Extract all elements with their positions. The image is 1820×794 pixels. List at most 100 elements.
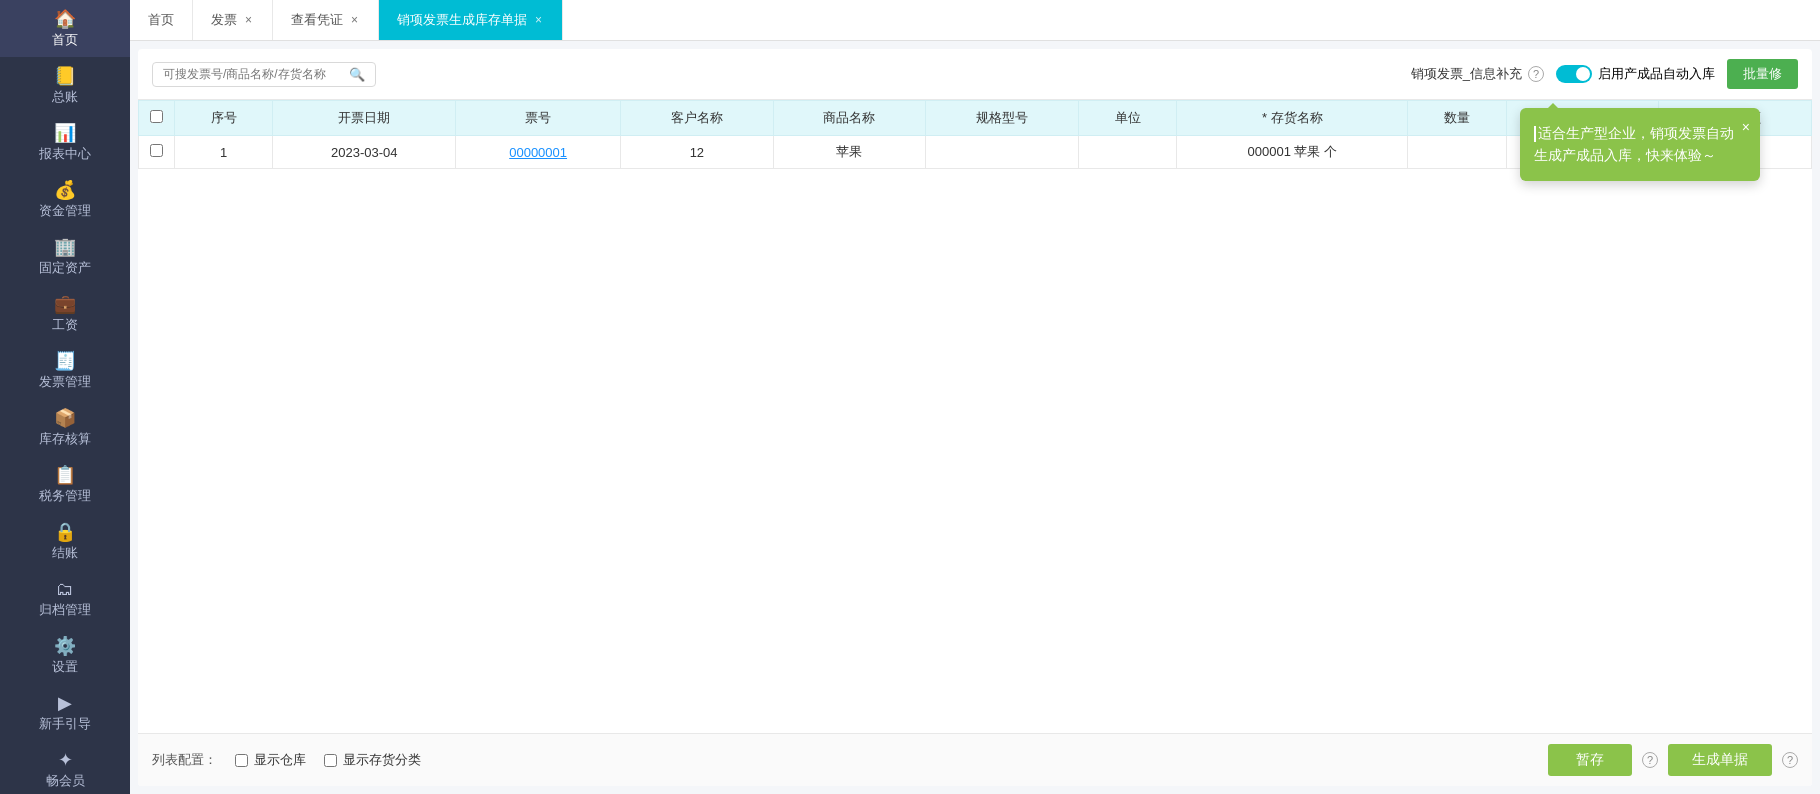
row-product-0: 苹果 <box>773 136 926 169</box>
search-input[interactable] <box>163 67 343 81</box>
sidebar-item-vip[interactable]: ✦ 畅会员 <box>0 741 130 794</box>
salary-icon: 💼 <box>54 295 76 313</box>
show-warehouse-checkbox[interactable] <box>235 754 248 767</box>
main-content: 首页发票× 查看凭证 × 销项发票生成库存单据 × 🔍 销项发票_信息补充 ? 启用产成… <box>130 0 1820 794</box>
sidebar-label-funds: 资金管理 <box>39 202 91 220</box>
col-header-2: 开票日期 <box>273 101 456 136</box>
tab-sale_invoice[interactable]: 销项发票生成库存单据 × <box>379 0 563 40</box>
archive-icon: 🗂 <box>56 580 74 598</box>
sidebar-item-invoice[interactable]: 🧾 发票管理 <box>0 342 130 399</box>
sidebar-label-guide: 新手引导 <box>39 715 91 733</box>
row-checkbox-0[interactable] <box>150 144 163 157</box>
col-header-7: 单位 <box>1078 101 1176 136</box>
row-unit-0 <box>1078 136 1176 169</box>
tooltip-cursor <box>1534 126 1536 142</box>
show-category-group: 显示存货分类 <box>324 751 421 769</box>
reports-icon: 📊 <box>54 124 76 142</box>
tab-view_voucher[interactable]: 查看凭证 × <box>273 0 379 40</box>
bottom-actions: 暂存 ? 生成单据 ? <box>1548 744 1798 776</box>
row-customer-0: 12 <box>621 136 774 169</box>
auto-warehouse-toggle[interactable] <box>1556 65 1592 83</box>
show-warehouse-label: 显示仓库 <box>254 751 306 769</box>
sidebar-item-assets[interactable]: 🏢 固定资产 <box>0 228 130 285</box>
search-box[interactable]: 🔍 <box>152 62 376 87</box>
col-header-6: 规格型号 <box>926 101 1079 136</box>
search-icon: 🔍 <box>349 67 365 82</box>
sidebar-item-archive[interactable]: 🗂 归档管理 <box>0 570 130 627</box>
tab-label-view_voucher: 查看凭证 <box>291 11 343 29</box>
sidebar-item-salary[interactable]: 💼 工资 <box>0 285 130 342</box>
sidebar-item-tax[interactable]: 📋 税务管理 <box>0 456 130 513</box>
sidebar-item-guide[interactable]: ▶ 新手引导 <box>0 684 130 741</box>
col-header-1: 序号 <box>175 101 273 136</box>
show-warehouse-group: 显示仓库 <box>235 751 306 769</box>
sidebar-label-tax: 税务管理 <box>39 487 91 505</box>
col-header-0[interactable] <box>139 101 175 136</box>
toggle-label: 启用产成品自动入库 <box>1598 65 1715 83</box>
tab-invoice[interactable]: 发票× <box>193 0 273 40</box>
sidebar-label-archive: 归档管理 <box>39 601 91 619</box>
tooltip-close-btn[interactable]: × <box>1742 116 1750 138</box>
sidebar-label-vip: 畅会员 <box>46 772 85 790</box>
sidebar-label-home: 首页 <box>52 31 78 49</box>
row-checkbox-cell-0[interactable] <box>139 136 175 169</box>
toggle-area: 启用产成品自动入库 <box>1556 65 1715 83</box>
invoice-icon: 🧾 <box>54 352 76 370</box>
show-category-label: 显示存货分类 <box>343 751 421 769</box>
sidebar-item-home[interactable]: 🏠 首页 <box>0 0 130 57</box>
tab-bar: 首页发票× 查看凭证 × 销项发票生成库存单据 × <box>130 0 1820 41</box>
sidebar-label-salary: 工资 <box>52 316 78 334</box>
save-help-icon[interactable]: ? <box>1642 752 1658 768</box>
tab-close-invoice[interactable]: × <box>243 13 254 27</box>
row-invoice-no-0[interactable]: 00000001 <box>456 136 621 169</box>
col-header-4: 客户名称 <box>621 101 774 136</box>
row-inventory-0: 000001 苹果 个 <box>1177 136 1408 169</box>
info-label-area: 销项发票_信息补充 ? <box>1411 65 1544 83</box>
sidebar-label-settings: 设置 <box>52 658 78 676</box>
sidebar-label-assets: 固定资产 <box>39 259 91 277</box>
col-header-8: * 存货名称 <box>1177 101 1408 136</box>
gen-help-icon[interactable]: ? <box>1782 752 1798 768</box>
sidebar-item-inventory[interactable]: 📦 库存核算 <box>0 399 130 456</box>
sidebar-label-inventory: 库存核算 <box>39 430 91 448</box>
funds-icon: 💰 <box>54 181 76 199</box>
top-bar: 🔍 销项发票_信息补充 ? 启用产成品自动入库 批量修 <box>138 49 1812 100</box>
tab-home[interactable]: 首页 <box>130 0 193 40</box>
row-qty-0 <box>1408 136 1506 169</box>
sidebar-label-ledger: 总账 <box>52 88 78 106</box>
sidebar-item-reports[interactable]: 📊 报表中心 <box>0 114 130 171</box>
row-seq-0: 1 <box>175 136 273 169</box>
tab-label-sale_invoice: 销项发票生成库存单据 <box>397 11 527 29</box>
tab-close-sale_invoice[interactable]: × <box>533 13 544 27</box>
batch-modify-btn[interactable]: 批量修 <box>1727 59 1798 89</box>
tab-close-view_voucher[interactable]: × <box>349 13 360 27</box>
sidebar-label-reports: 报表中心 <box>39 145 91 163</box>
sidebar-item-settings[interactable]: ⚙️ 设置 <box>0 627 130 684</box>
row-spec-0 <box>926 136 1079 169</box>
select-all-checkbox[interactable] <box>150 110 163 123</box>
col-header-3: 票号 <box>456 101 621 136</box>
table-wrap: 序号开票日期票号客户名称商品名称规格型号单位* 存货名称数量销售单价销售金额 1… <box>138 100 1812 733</box>
list-config-label: 列表配置： <box>152 751 217 769</box>
info-text: 销项发票_信息补充 <box>1411 65 1522 83</box>
inventory-icon: 📦 <box>54 409 76 427</box>
generate-btn[interactable]: 生成单据 <box>1668 744 1772 776</box>
sidebar-item-ledger[interactable]: 📒 总账 <box>0 57 130 114</box>
vip-icon: ✦ <box>58 751 73 769</box>
sidebar-item-funds[interactable]: 💰 资金管理 <box>0 171 130 228</box>
home-icon: 🏠 <box>54 10 76 28</box>
save-btn[interactable]: 暂存 <box>1548 744 1632 776</box>
info-icon[interactable]: ? <box>1528 66 1544 82</box>
sidebar-label-closing: 结账 <box>52 544 78 562</box>
bottom-bar: 列表配置： 显示仓库 显示存货分类 暂存 ? 生成单据 ? <box>138 733 1812 786</box>
sidebar-item-closing[interactable]: 🔒 结账 <box>0 513 130 570</box>
row-date-0: 2023-03-04 <box>273 136 456 169</box>
col-header-5: 商品名称 <box>773 101 926 136</box>
invoice-link-0[interactable]: 00000001 <box>509 145 567 160</box>
settings-icon: ⚙️ <box>54 637 76 655</box>
page-content: 🔍 销项发票_信息补充 ? 启用产成品自动入库 批量修 序号开票日期票号客户名称… <box>138 49 1812 786</box>
assets-icon: 🏢 <box>54 238 76 256</box>
sidebar: 🏠 首页 📒 总账 📊 报表中心 💰 资金管理 🏢 固定资产 💼 工资 🧾 发票… <box>0 0 130 794</box>
show-category-checkbox[interactable] <box>324 754 337 767</box>
closing-icon: 🔒 <box>54 523 76 541</box>
